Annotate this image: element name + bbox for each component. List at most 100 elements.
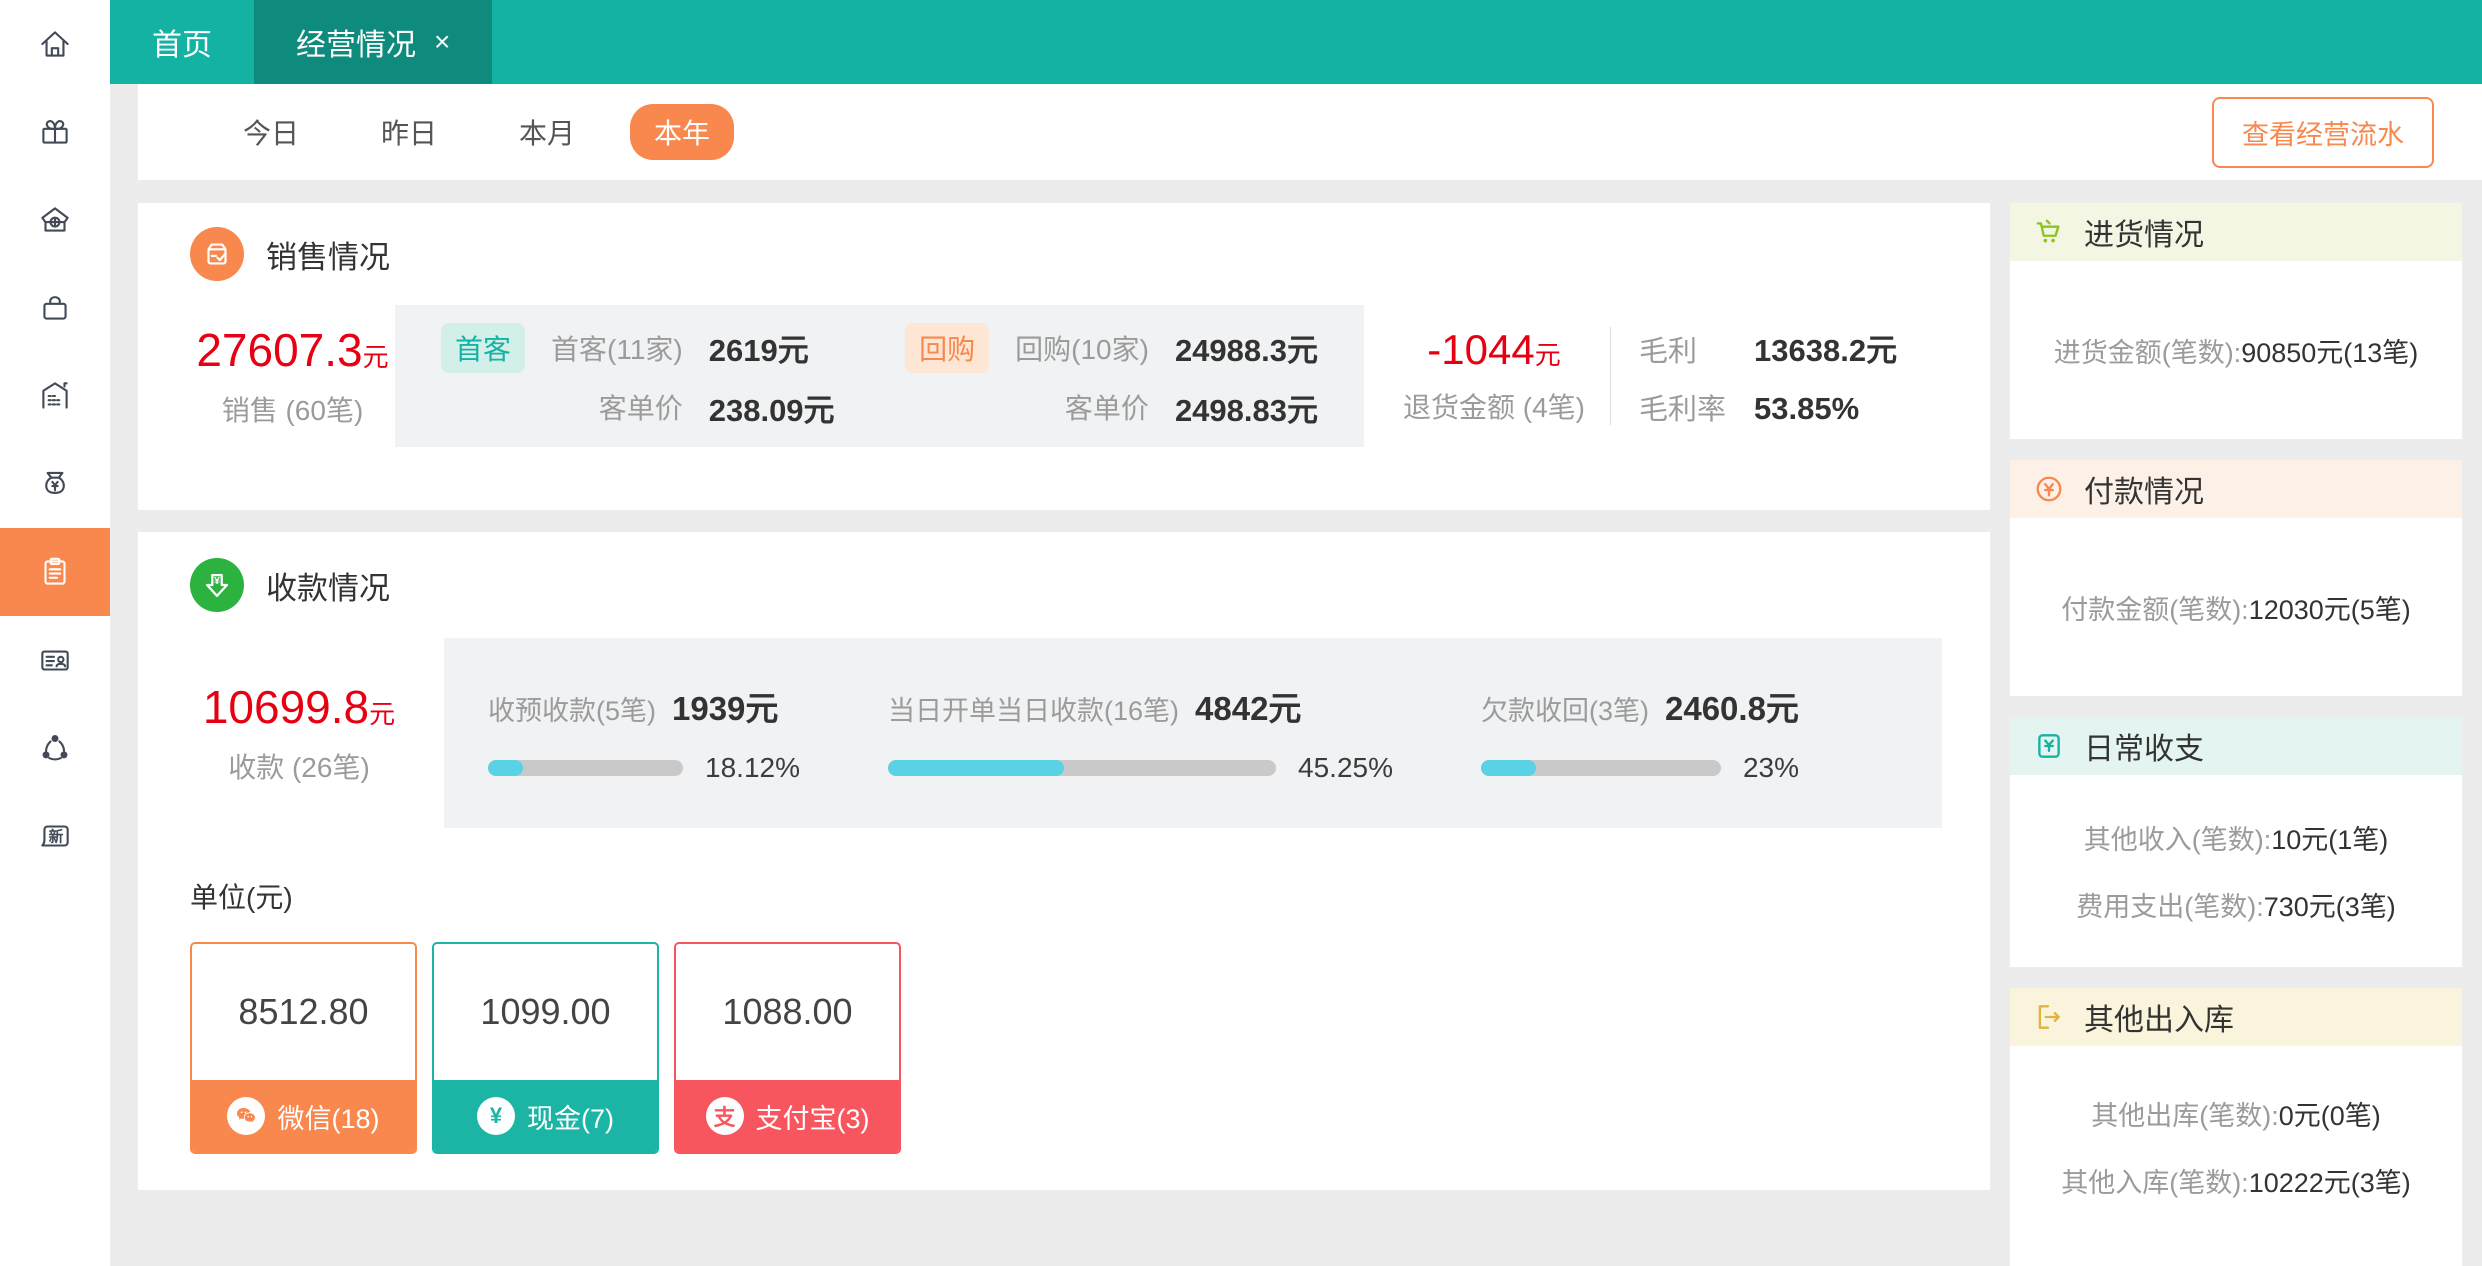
collection-total-label: 收款 (26笔): [228, 752, 370, 783]
purchase-amount-line: 进货金额(笔数):90850元(13笔): [2053, 337, 2419, 368]
other-outbound-line: 其他出库(笔数):0元(0笔): [2091, 1101, 2381, 1131]
tab-business-status-label: 经营情况: [296, 29, 416, 62]
time-filter-options: 今日 昨日 本月 本年: [202, 104, 748, 160]
filter-this-year-selected[interactable]: 本年: [630, 104, 734, 160]
sidebar-item-customers[interactable]: [0, 616, 110, 704]
payment-panel-title: 付款情况: [2084, 476, 2204, 509]
svg-text:¥: ¥: [214, 576, 220, 587]
sidebar-item-promotion[interactable]: [0, 176, 110, 264]
sidebar-item-warehouse[interactable]: [0, 352, 110, 440]
sidebar-item-new-features[interactable]: 新: [0, 792, 110, 880]
purchase-panel: 进货情况 进货金额(笔数):90850元(13笔): [2010, 203, 2462, 439]
purchase-panel-title: 进货情况: [2084, 219, 2204, 252]
wechat-label: 微信(18): [277, 1103, 380, 1134]
progress-bar: [888, 760, 1277, 776]
main-column: 销售情况 27607.3元 销售 (60笔) 首客 首客(11家) 2619元 …: [138, 203, 1990, 1266]
cash-amount: 1099.00: [480, 991, 611, 1032]
inout-panel-title: 其他出入库: [2084, 1004, 2234, 1037]
filter-this-month[interactable]: 本月: [492, 104, 602, 160]
collection-total-amount: 10699.8元: [202, 681, 396, 733]
alipay-amount: 1088.00: [722, 991, 853, 1032]
payment-amount-line: 付款金额(笔数):12030元(5笔): [2061, 594, 2411, 625]
first-customer-group: 首客 首客(11家) 2619元 客单价 238.09元: [441, 322, 835, 430]
gross-profit-value: 13638.2元: [1754, 332, 1898, 368]
sidebar-item-finance[interactable]: [0, 440, 110, 528]
sales-total-label: 销售 (60笔): [221, 395, 364, 426]
collection-card-header: ¥ 收款情况: [190, 558, 1940, 612]
sales-card-header: 销售情况: [190, 227, 1940, 281]
expense-line: 费用支出(笔数):730元(3笔): [2076, 892, 2396, 922]
profit-margin-label: 毛利率: [1639, 393, 1727, 426]
business-dashboard: 新 首页 经营情况 × 今日 昨日 本月 本年 查看经营流水 销售情况 2760…: [0, 0, 2482, 1266]
other-inbound-line: 其他入库(笔数):10222元(3笔): [2061, 1168, 2411, 1198]
payment-methods-row: 8512.80 微信(18) 1099.00 ¥ 现金(7) 1088.00 支…: [190, 942, 1940, 1154]
money-bag-icon: [45, 471, 65, 495]
content-area: 销售情况 27607.3元 销售 (60笔) 首客 首客(11家) 2619元 …: [138, 203, 2462, 1266]
purchase-panel-header: 进货情况: [2010, 203, 2462, 261]
alipay-icon: 支: [705, 1097, 744, 1135]
gift-icon: [42, 120, 68, 144]
wechat-amount: 8512.80: [238, 991, 369, 1032]
debt-recovered-progress-group: 欠款收回(3笔) 2460.8元 23%: [1481, 690, 1799, 783]
payment-panel-header: 付款情况: [2010, 460, 2462, 518]
wechat-icon: [227, 1097, 266, 1135]
prepaid-progress-group: 收预收款(5笔) 1939元 18.12%: [488, 690, 800, 783]
inout-icon: [2032, 1000, 2066, 1034]
sales-stats-row: 27607.3元 销售 (60笔) 首客 首客(11家) 2619元 客单价 2…: [190, 305, 1940, 447]
id-card-icon: [41, 650, 69, 671]
svg-text:新: 新: [49, 827, 64, 845]
purchase-panel-body: 进货金额(笔数):90850元(13笔): [2010, 261, 2462, 439]
close-tab-icon[interactable]: ×: [434, 26, 450, 58]
gross-profit-label: 毛利: [1639, 335, 1698, 368]
filter-yesterday[interactable]: 昨日: [354, 104, 464, 160]
progress-bar: [1481, 760, 1721, 776]
daily-ledger-icon: [2032, 729, 2066, 763]
cash-footer: ¥ 现金(7): [434, 1080, 657, 1152]
new-badge-icon: 新: [41, 825, 69, 847]
time-filter-bar: 今日 昨日 本月 本年 查看经营流水: [138, 84, 2482, 180]
home-icon: [41, 31, 69, 57]
unit-label: 单位(元): [190, 882, 293, 913]
alipay-payment-card: 1088.00 支 支付宝(3): [674, 942, 901, 1154]
payment-panel-body: 付款金额(笔数):12030元(5笔): [2010, 518, 2462, 696]
top-tab-bar: 首页 经营情况 ×: [110, 0, 2482, 84]
cash-label: 现金(7): [527, 1103, 614, 1134]
view-business-flow-button[interactable]: 查看经营流水: [2212, 96, 2434, 168]
share-network-icon: [42, 735, 68, 761]
warehouse-icon: [42, 382, 68, 409]
returns-block: -1044元 退货金额 (4笔): [1390, 326, 1598, 426]
cart-icon: [2032, 215, 2066, 249]
daily-panel-title: 日常收支: [2084, 733, 2204, 766]
daily-panel-header: 日常收支: [2010, 717, 2462, 775]
alipay-label: 支付宝(3): [755, 1103, 870, 1134]
sale-house-icon: [41, 207, 69, 232]
sidebar-item-reports[interactable]: [0, 528, 110, 616]
sidebar-item-share[interactable]: [0, 704, 110, 792]
returns-label: 退货金额 (4笔): [1402, 392, 1585, 423]
repeat-customer-group: 回购 回购(10家) 24988.3元 客单价 2498.83元: [905, 322, 1318, 430]
first-customer-badge: 首客: [441, 322, 526, 373]
inout-panel-body: 其他出库(笔数):0元(0笔) 其他入库(笔数):10222元(3笔): [2010, 1046, 2462, 1266]
vertical-divider: [1610, 327, 1611, 425]
sidebar-item-products[interactable]: [0, 264, 110, 352]
sidebar-item-home[interactable]: [0, 0, 110, 88]
progress-bar: [488, 760, 684, 776]
sales-total: 27607.3元 销售 (60笔): [190, 323, 395, 429]
other-inout-panel: 其他出入库 其他出库(笔数):0元(0笔) 其他入库(笔数):10222元(3笔…: [2010, 988, 2462, 1266]
wechat-payment-card: 8512.80 微信(18): [190, 942, 417, 1154]
repeat-customer-badge: 回购: [905, 322, 990, 373]
collection-card: ¥ 收款情况 10699.8元 收款 (26笔) 收预收款(5笔)1939元: [138, 532, 1990, 1190]
filter-today[interactable]: 今日: [216, 104, 326, 160]
tab-home[interactable]: 首页: [110, 0, 254, 84]
clipboard-icon: [44, 557, 66, 585]
sidebar-item-gift[interactable]: [0, 88, 110, 176]
returns-amount: -1044元: [1427, 326, 1561, 373]
collection-stats-row: 10699.8元 收款 (26笔) 收预收款(5笔)1939元 18.12%: [190, 638, 1942, 828]
payment-panel: 付款情况 付款金额(笔数):12030元(5笔): [2010, 460, 2462, 696]
tab-business-status[interactable]: 经营情况 ×: [254, 0, 493, 84]
inout-panel-header: 其他出入库: [2010, 988, 2462, 1046]
sales-total-amount: 27607.3元: [196, 324, 389, 376]
icon-sidebar: 新: [0, 0, 110, 1266]
profit-block: 毛利 13638.2元 毛利率 53.85%: [1639, 325, 1897, 428]
alipay-footer: 支 支付宝(3): [676, 1080, 899, 1152]
